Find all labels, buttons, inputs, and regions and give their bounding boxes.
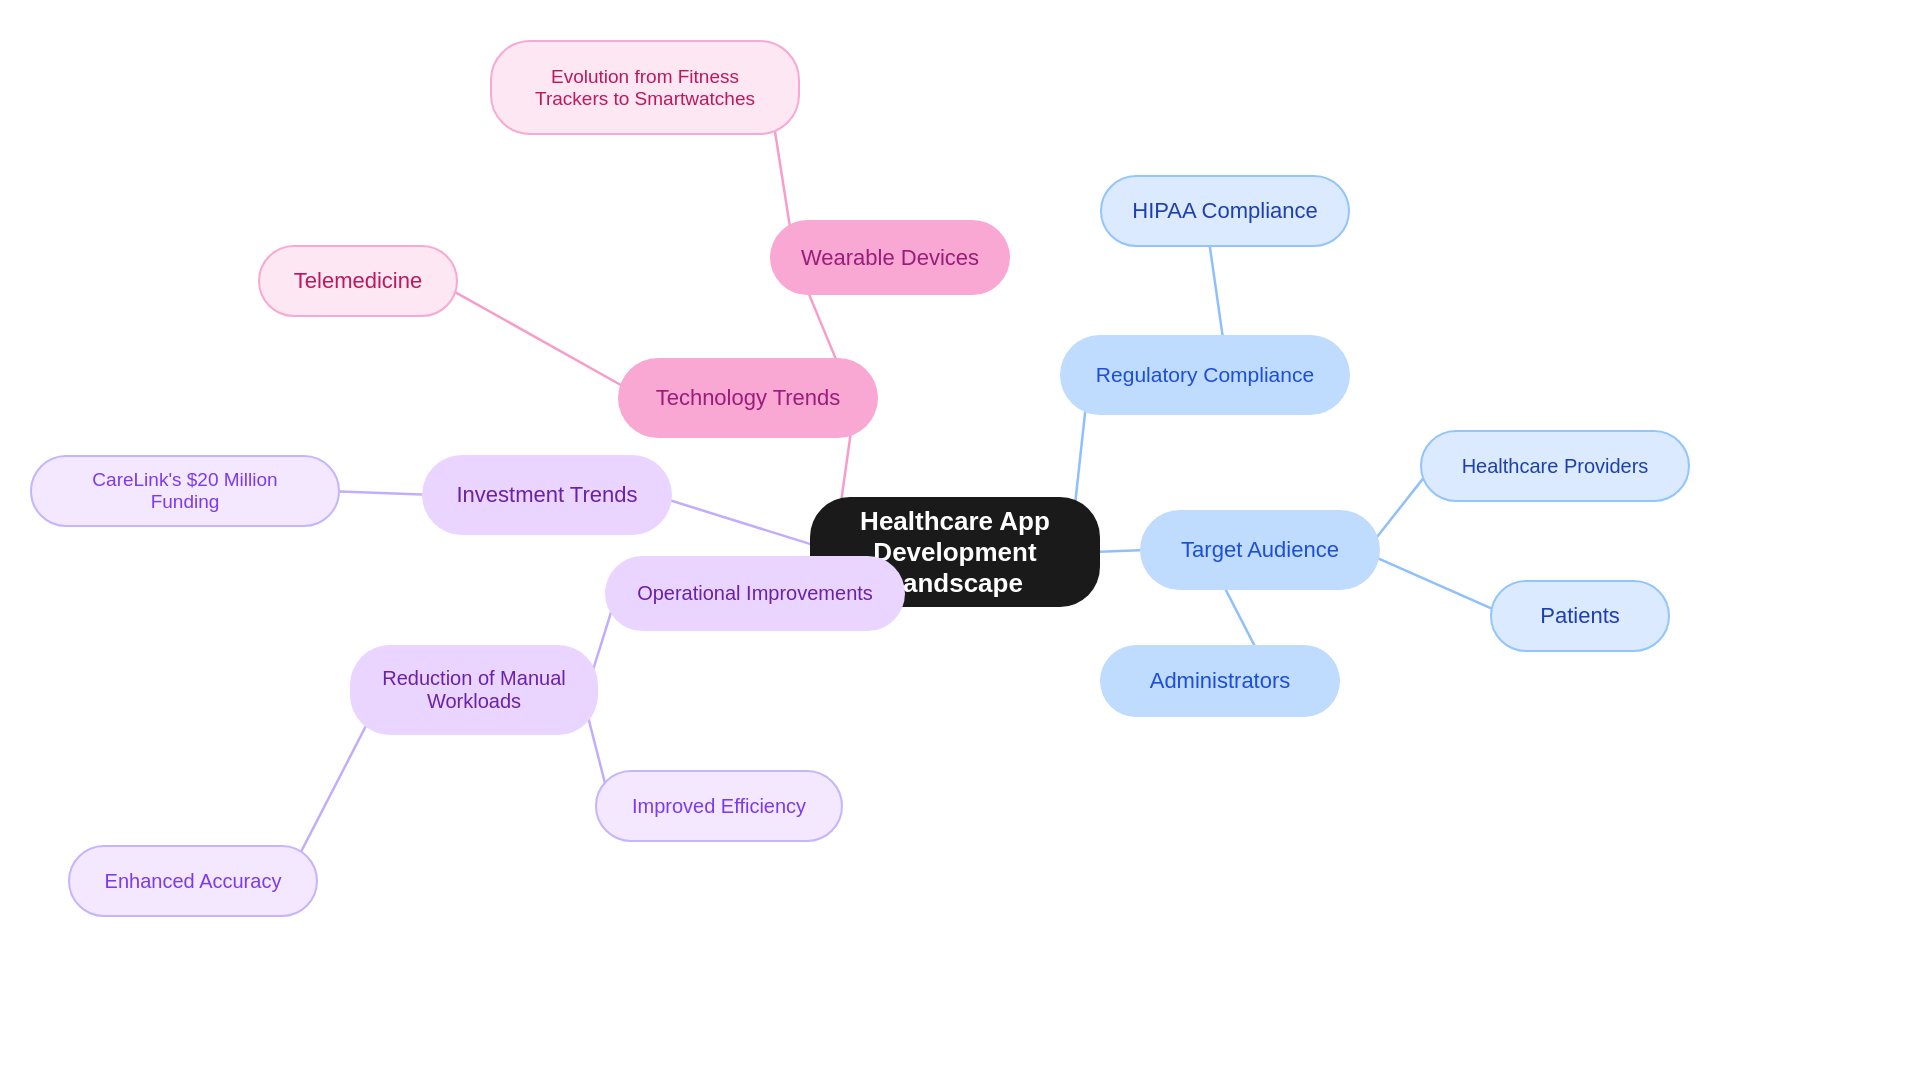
- telemedicine-node[interactable]: Telemedicine: [258, 245, 458, 317]
- investment-trends-node[interactable]: Investment Trends: [422, 455, 672, 535]
- technology-trends-node[interactable]: Technology Trends: [618, 358, 878, 438]
- administrators-node[interactable]: Administrators: [1100, 645, 1340, 717]
- carelink-node[interactable]: CareLink's $20 Million Funding: [30, 455, 340, 527]
- enhanced-accuracy-node[interactable]: Enhanced Accuracy: [68, 845, 318, 917]
- healthcare-providers-node[interactable]: Healthcare Providers: [1420, 430, 1690, 502]
- improved-efficiency-node[interactable]: Improved Efficiency: [595, 770, 843, 842]
- hipaa-node[interactable]: HIPAA Compliance: [1100, 175, 1350, 247]
- wearable-devices-node[interactable]: Wearable Devices: [770, 220, 1010, 295]
- reduction-manual-node[interactable]: Reduction of Manual Workloads: [350, 645, 598, 735]
- regulatory-compliance-node[interactable]: Regulatory Compliance: [1060, 335, 1350, 415]
- mind-map-container: Healthcare App Development Landscape Tec…: [0, 0, 1920, 1083]
- target-audience-node[interactable]: Target Audience: [1140, 510, 1380, 590]
- operational-improvements-node[interactable]: Operational Improvements: [605, 556, 905, 631]
- evolution-node[interactable]: Evolution from Fitness Trackers to Smart…: [490, 40, 800, 135]
- patients-node[interactable]: Patients: [1490, 580, 1670, 652]
